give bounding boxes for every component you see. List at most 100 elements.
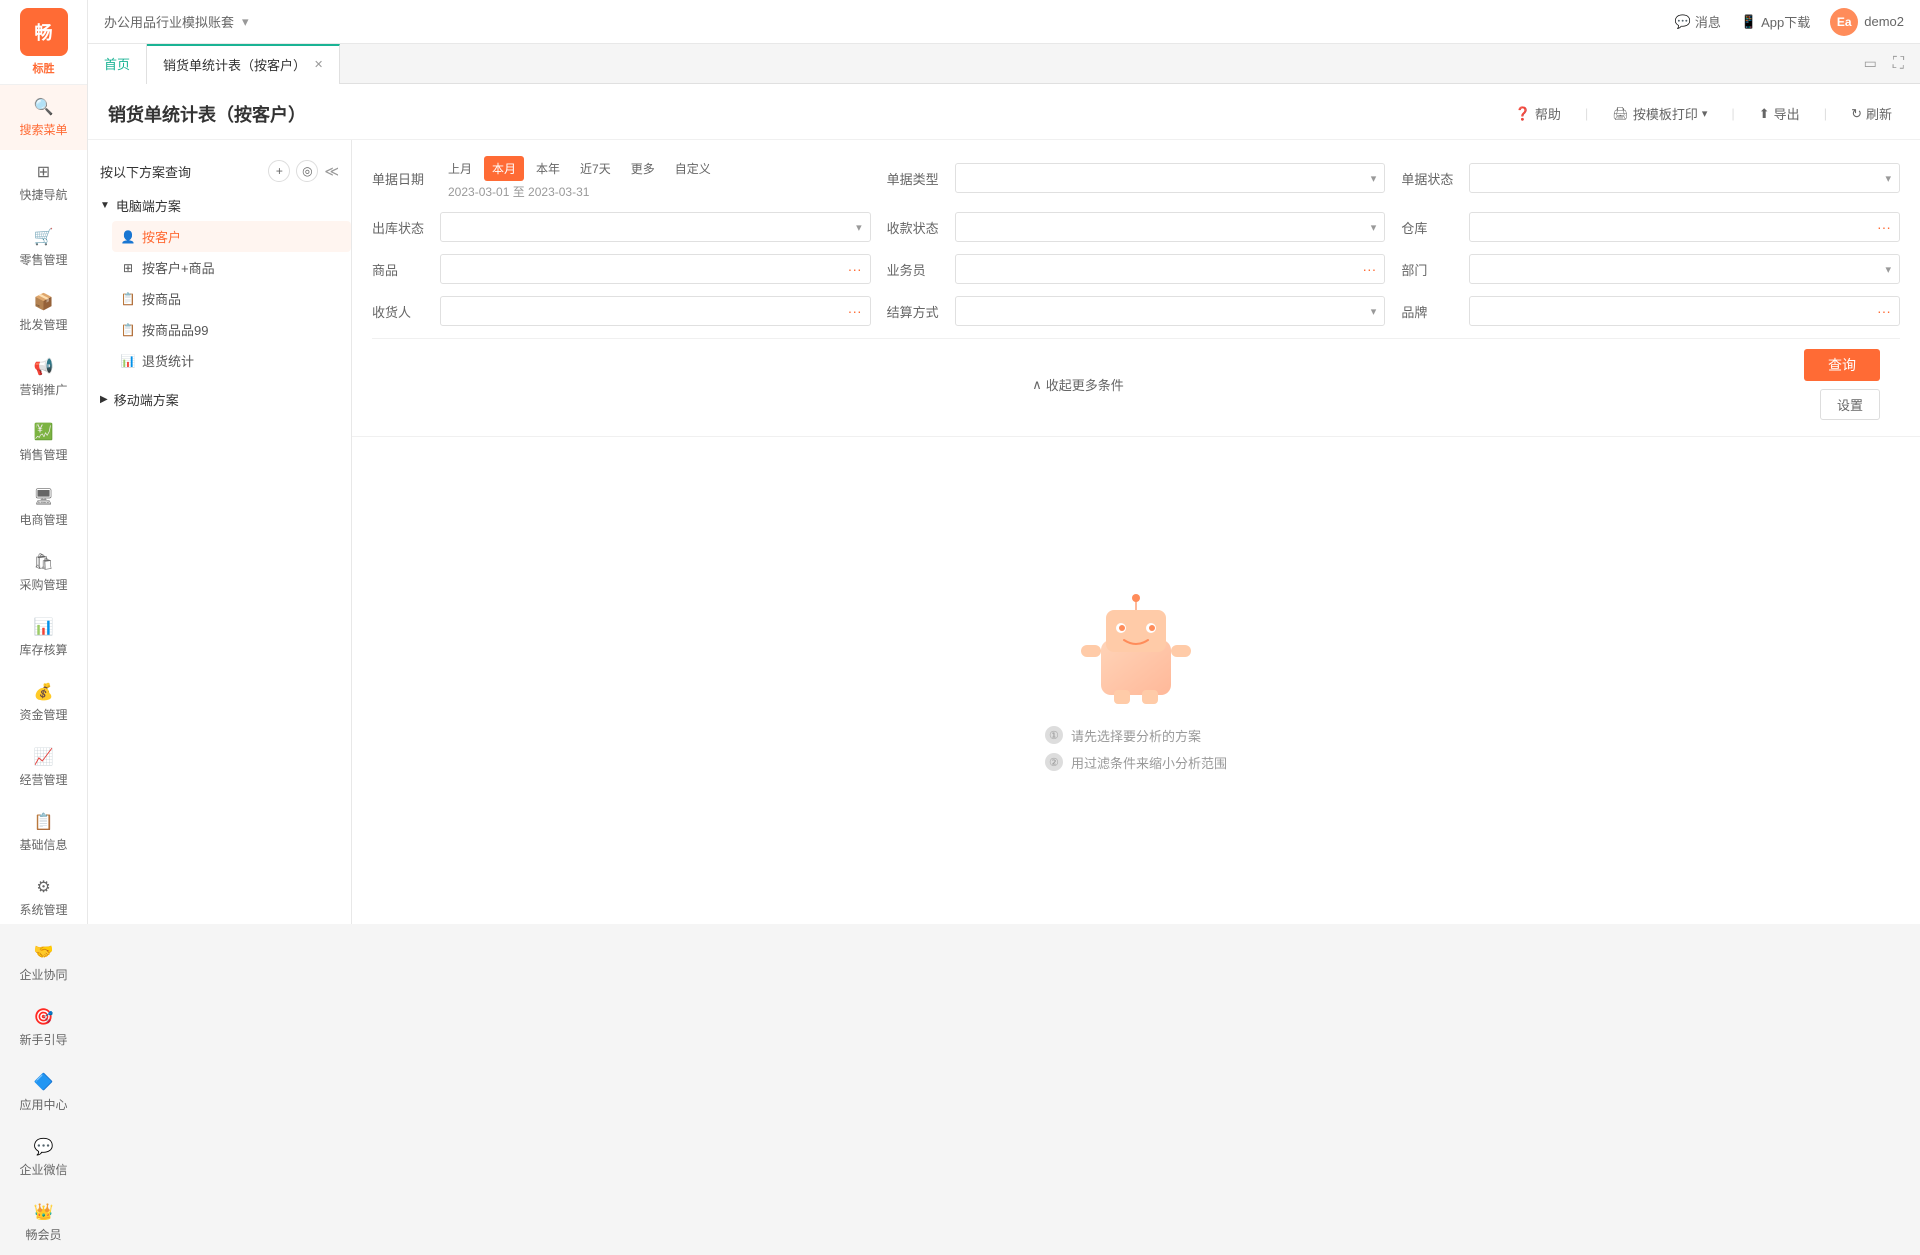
refresh-button[interactable]: ↻ 刷新 xyxy=(1843,100,1900,127)
hint-num-1: ① xyxy=(1045,726,1063,744)
sidebar-item-marketing[interactable]: 📢 营销推广 xyxy=(0,345,87,410)
divider2: | xyxy=(1731,106,1734,121)
doc-type-select[interactable]: ▾ xyxy=(955,163,1386,193)
sidebar-item-wechat[interactable]: 💬 企业微信 xyxy=(0,1125,87,1190)
print-button[interactable]: 🖨 按模板打印 ▾ xyxy=(1604,100,1715,127)
collapse-conditions-button[interactable]: ∧ 收起更多条件 xyxy=(1032,375,1124,394)
app-download-label: App下载 xyxy=(1761,12,1810,31)
dept-cell: 部门 ▾ xyxy=(1401,254,1900,284)
scheme-item-by-product[interactable]: 📋 按商品 xyxy=(112,283,351,314)
sidebar-item-search[interactable]: 🔍 搜索菜单 xyxy=(0,85,87,150)
sidebar-item-label: 销售管理 xyxy=(19,446,67,463)
action-buttons: 查询 设置 xyxy=(1784,349,1900,420)
date-controls: 上月 本月 本年 近7天 更多 自定义 xyxy=(440,156,871,181)
tab-close-icon[interactable]: ✕ xyxy=(314,58,323,71)
payment-status-label: 收款状态 xyxy=(887,218,947,237)
sidebar-item-operations[interactable]: 📈 经营管理 xyxy=(0,735,87,800)
sidebar-item-basic[interactable]: 📋 基础信息 xyxy=(0,800,87,865)
receiver-select[interactable]: ··· xyxy=(440,296,871,326)
sidebar-item-label: 批发管理 xyxy=(19,316,67,333)
product-cell: 商品 ··· xyxy=(372,254,871,284)
handshake-icon: 🤝 xyxy=(34,942,54,962)
salesperson-select[interactable]: ··· xyxy=(955,254,1386,284)
date-this-year-btn[interactable]: 本年 xyxy=(528,156,568,181)
sidebar-item-purchase[interactable]: 🛍 采购管理 xyxy=(0,540,87,605)
help-label: 帮助 xyxy=(1535,104,1561,123)
sales-icon: 💹 xyxy=(34,422,54,442)
chevron-down-icon: ▾ xyxy=(1371,172,1377,185)
mobile-category[interactable]: ▶ 移动端方案 xyxy=(88,384,351,415)
tabs-bar: 首页 销货单统计表（按客户） ✕ ▭ ⛶ xyxy=(88,44,1920,84)
robot-svg xyxy=(1076,590,1196,710)
expand-icon: ▼ xyxy=(100,200,110,211)
date-this-month-btn[interactable]: 本月 xyxy=(484,156,524,181)
edit-scheme-button[interactable]: ◎ xyxy=(296,160,318,182)
tabs-right-controls: ▭ ⛶ xyxy=(1864,55,1920,73)
payment-status-select[interactable]: ▾ xyxy=(955,212,1386,242)
sidebar-item-sales[interactable]: 💹 销售管理 xyxy=(0,410,87,475)
warehouse-select[interactable]: ··· xyxy=(1469,212,1900,242)
sidebar-item-quick-nav[interactable]: ⊞ 快捷导航 xyxy=(0,150,87,215)
sidebar-item-onboarding[interactable]: 🎯 新手引导 xyxy=(0,995,87,1060)
sidebar-item-label: 企业协同 xyxy=(19,966,67,983)
dept-select[interactable]: ▾ xyxy=(1469,254,1900,284)
sidebar-item-app-center[interactable]: 🔷 应用中心 xyxy=(0,1060,87,1125)
out-status-select[interactable]: ▾ xyxy=(440,212,871,242)
scheme-actions: + ◎ ≪ xyxy=(268,160,339,182)
out-status-cell: 出库状态 ▾ xyxy=(372,212,871,242)
product-select[interactable]: ··· xyxy=(440,254,871,284)
settlement-select[interactable]: ▾ xyxy=(955,296,1386,326)
empty-hints: ① 请先选择要分析的方案 ② 用过滤条件来缩小分析范围 xyxy=(1045,726,1227,772)
scheme-item-by-product99[interactable]: 📋 按商品品99 xyxy=(112,314,351,345)
desktop-category[interactable]: ▼ 电脑端方案 xyxy=(88,190,351,221)
minimize-icon[interactable]: ▭ xyxy=(1864,55,1877,72)
tab-sales-stats[interactable]: 销货单统计表（按客户） ✕ xyxy=(147,44,340,84)
receiver-cell: 收货人 ··· xyxy=(372,296,871,326)
maximize-icon[interactable]: ⛶ xyxy=(1893,55,1904,73)
tab-home-label: 首页 xyxy=(104,54,130,73)
sidebar-item-ecommerce[interactable]: 🖥 电商管理 xyxy=(0,475,87,540)
sidebar-item-inventory[interactable]: 📊 库存核算 xyxy=(0,605,87,670)
megaphone-icon: 📢 xyxy=(34,357,54,377)
app-download-button[interactable]: 📱 App下载 xyxy=(1741,12,1810,31)
header-left: 办公用品行业模拟账套 ▾ xyxy=(104,12,249,31)
scheme-header: 按以下方案查询 + ◎ ≪ xyxy=(88,152,351,190)
page-header: 销货单统计表（按客户） ❓ 帮助 | 🖨 按模板打印 ▾ | ⬆ 导出 | xyxy=(88,84,1920,140)
doc-type-label: 单据类型 xyxy=(887,169,947,188)
chevron-down-icon: ▾ xyxy=(1885,263,1891,276)
date-last7-btn[interactable]: 近7天 xyxy=(572,156,619,181)
date-last-month-btn[interactable]: 上月 xyxy=(440,156,480,181)
message-button[interactable]: 💬 消息 xyxy=(1675,12,1721,31)
date-filter-cell: 单据日期 上月 本月 本年 近7天 更多 自定义 xyxy=(372,156,871,200)
sidebar-item-retail[interactable]: 🛒 零售管理 xyxy=(0,215,87,280)
edit-icon: ◎ xyxy=(302,164,312,178)
scheme-item-return-stats[interactable]: 📊 退货统计 xyxy=(112,345,351,376)
message-label: 消息 xyxy=(1695,12,1721,31)
brand-select[interactable]: ··· xyxy=(1469,296,1900,326)
settings-button[interactable]: 设置 xyxy=(1820,389,1880,420)
sidebar-item-label: 企业微信 xyxy=(19,1161,67,1178)
tab-home[interactable]: 首页 xyxy=(88,44,147,84)
export-button[interactable]: ⬆ 导出 xyxy=(1751,100,1808,127)
dropdown-icon[interactable]: ▾ xyxy=(242,14,249,30)
sidebar-item-label: 快捷导航 xyxy=(19,186,67,203)
collapse-panel-button[interactable]: ≪ xyxy=(324,163,339,180)
doc-status-select[interactable]: ▾ xyxy=(1469,163,1900,193)
sidebar-item-enterprise[interactable]: 🤝 企业协同 xyxy=(0,930,87,995)
sidebar-item-vip[interactable]: 👑 畅会员 xyxy=(0,1190,87,1255)
sidebar-item-finance[interactable]: 💰 资金管理 xyxy=(0,670,87,735)
date-custom-btn[interactable]: 自定义 xyxy=(667,156,719,181)
add-scheme-button[interactable]: + xyxy=(268,160,290,182)
dept-label: 部门 xyxy=(1401,260,1461,279)
query-button[interactable]: 查询 xyxy=(1804,349,1880,381)
scheme-item-by-customer-product[interactable]: ⊞ 按客户+商品 xyxy=(112,252,351,283)
hint-text-2: 用过滤条件来缩小分析范围 xyxy=(1071,753,1227,772)
scheme-item-by-customer[interactable]: 👤 按客户 xyxy=(112,221,351,252)
logo-char: 畅 xyxy=(35,19,53,45)
sidebar-item-wholesale[interactable]: 📦 批发管理 xyxy=(0,280,87,345)
help-button[interactable]: ❓ 帮助 xyxy=(1507,100,1569,127)
date-more-btn[interactable]: 更多 xyxy=(623,156,663,181)
user-profile-button[interactable]: Ea demo2 xyxy=(1830,8,1904,36)
collapse-label: 收起更多条件 xyxy=(1046,375,1124,394)
sidebar-item-system[interactable]: ⚙ 系统管理 xyxy=(0,865,87,930)
